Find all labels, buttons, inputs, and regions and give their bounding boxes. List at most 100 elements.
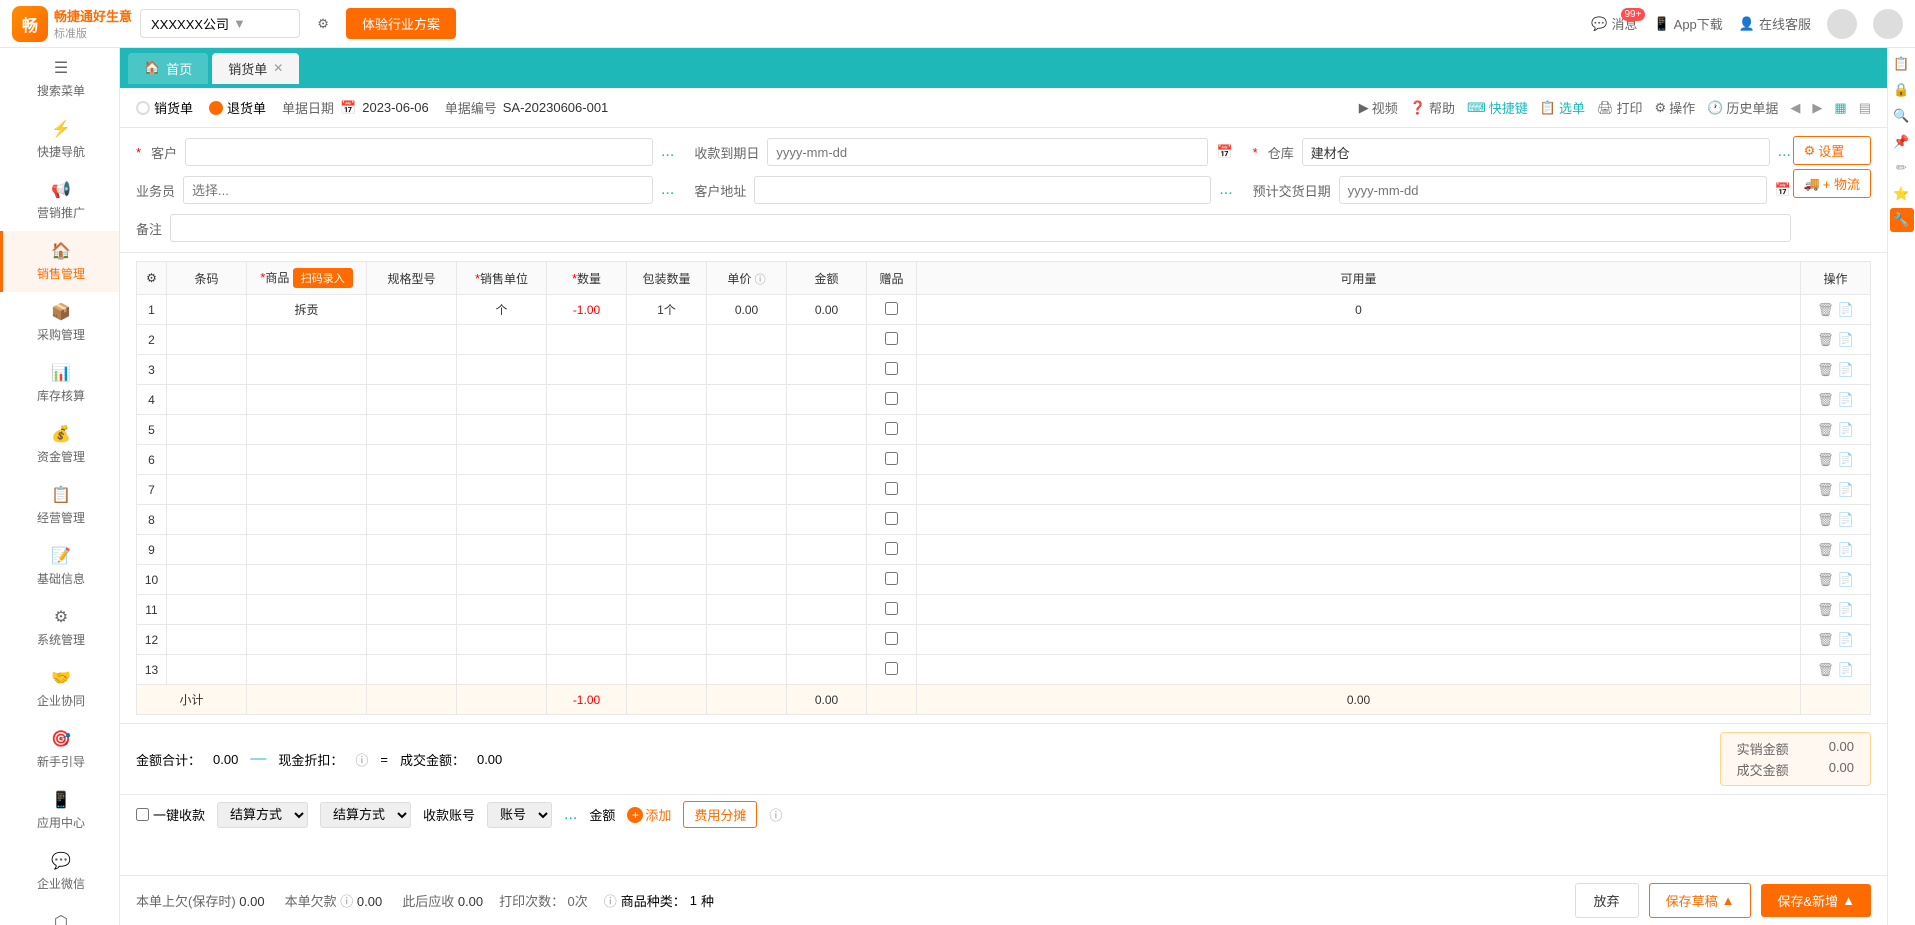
row-gift[interactable] — [867, 325, 917, 355]
salesman-dots[interactable]: ... — [661, 181, 674, 199]
side-icon-edit[interactable]: ✏ — [1890, 156, 1914, 180]
warehouse-dots[interactable]: ... — [1778, 143, 1791, 161]
row-barcode[interactable] — [167, 415, 247, 445]
settings-icon[interactable]: ⚙ — [308, 9, 338, 39]
minus-icon[interactable]: — — [250, 750, 266, 768]
row-gift[interactable] — [867, 445, 917, 475]
gift-checkbox[interactable] — [885, 632, 898, 645]
add-payment-button[interactable]: + 添加 — [627, 805, 671, 824]
row-pkgqty[interactable] — [627, 355, 707, 385]
delete-icon[interactable]: 🗑 — [1817, 542, 1834, 558]
row-gift[interactable] — [867, 355, 917, 385]
row-unit[interactable] — [457, 475, 547, 505]
delete-icon[interactable]: 🗑 — [1817, 632, 1834, 648]
row-gift[interactable] — [867, 595, 917, 625]
help-button[interactable]: ❓ 帮助 — [1410, 98, 1455, 117]
row-gift[interactable] — [867, 505, 917, 535]
gift-checkbox[interactable] — [885, 422, 898, 435]
row-qty[interactable] — [547, 415, 627, 445]
row-qty[interactable] — [547, 595, 627, 625]
row-barcode[interactable] — [167, 505, 247, 535]
sidebar-item-purchase[interactable]: 📦 采购管理 — [0, 292, 119, 353]
row-price[interactable] — [707, 535, 787, 565]
row-unit[interactable] — [457, 355, 547, 385]
copy-icon[interactable]: 📄 — [1838, 422, 1854, 438]
gift-checkbox[interactable] — [885, 452, 898, 465]
customer-addr-input[interactable] — [754, 176, 1211, 204]
row-gift[interactable] — [867, 535, 917, 565]
row-amount[interactable] — [787, 535, 867, 565]
grid-icon-1[interactable]: ▦ — [1834, 100, 1846, 116]
avatar[interactable] — [1827, 9, 1857, 39]
row-unit[interactable] — [457, 535, 547, 565]
row-amount[interactable] — [787, 475, 867, 505]
fee-split-button[interactable]: 费用分摊 — [683, 801, 757, 828]
row-gift[interactable] — [867, 565, 917, 595]
customer-addr-dots[interactable]: ... — [1219, 181, 1232, 199]
row-pkgqty[interactable] — [627, 655, 707, 685]
delete-icon[interactable]: 🗑 — [1817, 332, 1834, 348]
copy-icon[interactable]: 📄 — [1838, 302, 1854, 318]
save-new-button[interactable]: 保存&新增 ▲ — [1761, 884, 1871, 917]
remarks-input[interactable] — [170, 214, 1791, 242]
radio-return-order[interactable]: 退货单 — [209, 98, 266, 117]
calendar-icon[interactable]: 📅 — [340, 100, 356, 116]
row-barcode[interactable] — [167, 655, 247, 685]
row-spec[interactable] — [367, 325, 457, 355]
delivery-date-calendar-icon[interactable]: 📅 — [1775, 182, 1791, 198]
grid-icon-2[interactable]: ▤ — [1859, 100, 1871, 116]
copy-icon[interactable]: 📄 — [1838, 362, 1854, 378]
row-amount[interactable] — [787, 355, 867, 385]
row-spec[interactable] — [367, 505, 457, 535]
row-barcode[interactable] — [167, 565, 247, 595]
gift-checkbox[interactable] — [885, 602, 898, 615]
delete-icon[interactable]: 🗑 — [1817, 392, 1834, 408]
due-date-calendar-icon[interactable]: 📅 — [1216, 144, 1232, 160]
user-icon[interactable] — [1873, 9, 1903, 39]
copy-icon[interactable]: 📄 — [1838, 512, 1854, 528]
sidebar-item-search[interactable]: ☰ 搜索菜单 — [0, 48, 119, 109]
gift-checkbox[interactable] — [885, 302, 898, 315]
row-amount[interactable]: 0.00 — [787, 295, 867, 325]
row-qty[interactable] — [547, 325, 627, 355]
row-pkgqty[interactable] — [627, 625, 707, 655]
radio-sales-order[interactable]: 销货单 — [136, 98, 193, 117]
delete-icon[interactable]: 🗑 — [1817, 482, 1834, 498]
row-barcode[interactable] — [167, 625, 247, 655]
row-pkgqty[interactable] — [627, 385, 707, 415]
prev-icon[interactable]: ◀ — [1790, 100, 1800, 116]
row-amount[interactable] — [787, 505, 867, 535]
sidebar-item-marketing[interactable]: 📢 营销推广 — [0, 170, 119, 231]
account-select[interactable]: 账号 — [487, 802, 552, 828]
row-qty[interactable] — [547, 535, 627, 565]
row-gift[interactable] — [867, 655, 917, 685]
delete-icon[interactable]: 🗑 — [1817, 422, 1834, 438]
side-icon-clipboard[interactable]: 📋 — [1890, 52, 1914, 76]
sidebar-item-sales[interactable]: 🏠 销售管理 — [0, 231, 119, 292]
delete-icon[interactable]: 🗑 — [1817, 362, 1834, 378]
row-barcode[interactable] — [167, 385, 247, 415]
gift-checkbox[interactable] — [885, 542, 898, 555]
delete-icon[interactable]: 🗑 — [1817, 662, 1834, 678]
sidebar-item-quick-nav[interactable]: ⚡ 快捷导航 — [0, 109, 119, 170]
row-qty[interactable] — [547, 655, 627, 685]
copy-icon[interactable]: 📄 — [1838, 332, 1854, 348]
row-product[interactable] — [247, 655, 367, 685]
due-date-input[interactable] — [767, 138, 1208, 166]
sidebar-item-apps[interactable]: 📱 应用中心 — [0, 780, 119, 841]
row-amount[interactable] — [787, 415, 867, 445]
app-download-button[interactable]: 📱 App下载 — [1653, 14, 1722, 33]
shortcut-button[interactable]: ⌨ 快捷键 — [1467, 98, 1528, 117]
side-icon-pin[interactable]: 📌 — [1890, 130, 1914, 154]
history-button[interactable]: 🕐 历史单据 — [1707, 98, 1778, 117]
row-spec[interactable] — [367, 595, 457, 625]
copy-icon[interactable]: 📄 — [1838, 572, 1854, 588]
sidebar-item-business[interactable]: 📋 经营管理 — [0, 475, 119, 536]
tab-sales-order[interactable]: 销货单 ✕ — [212, 53, 299, 84]
row-gift[interactable] — [867, 625, 917, 655]
settlement-calc-select[interactable]: 结算方式 — [320, 802, 411, 828]
row-gift[interactable] — [867, 475, 917, 505]
row-spec[interactable] — [367, 535, 457, 565]
side-icon-lock[interactable]: 🔒 — [1890, 78, 1914, 102]
row-price[interactable] — [707, 415, 787, 445]
